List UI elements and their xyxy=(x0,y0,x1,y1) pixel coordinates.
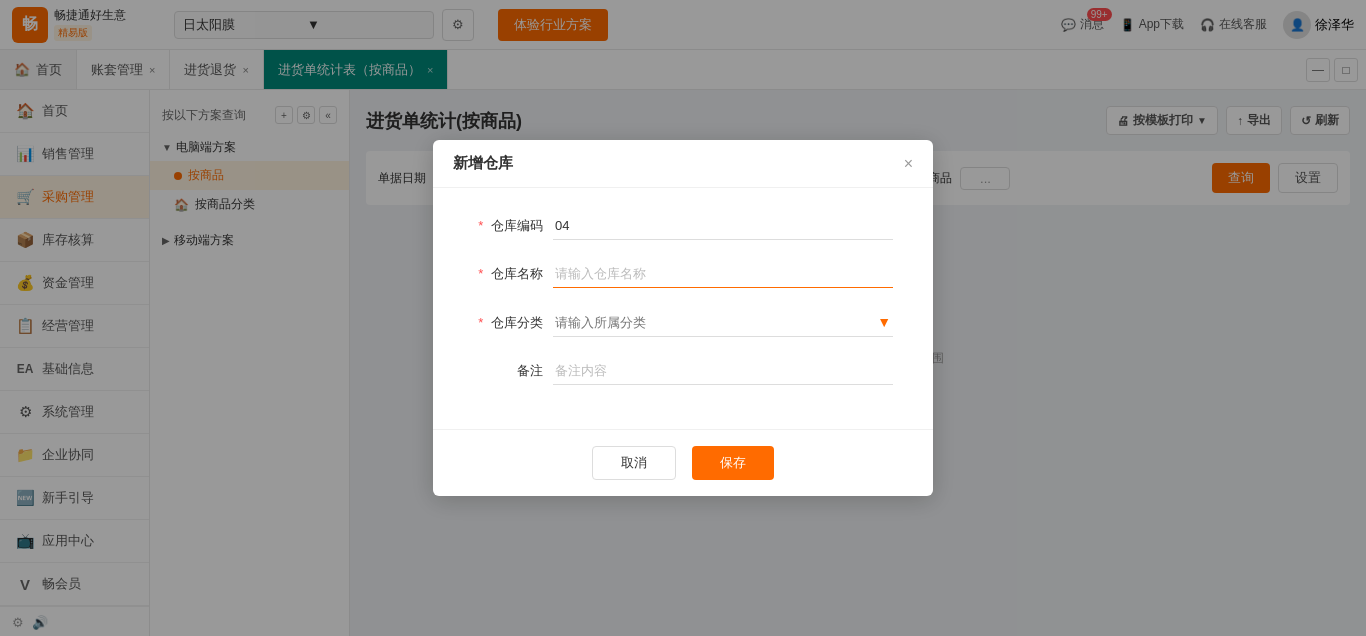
warehouse-note-input[interactable] xyxy=(553,357,893,385)
modal-close-button[interactable]: × xyxy=(904,155,913,173)
form-label-note: 备注 xyxy=(473,362,553,380)
warehouse-code-input[interactable] xyxy=(553,212,893,240)
form-label-code: * 仓库编码 xyxy=(473,217,553,235)
modal-title: 新增仓库 xyxy=(453,154,513,173)
category-dropdown-icon: ▼ xyxy=(877,314,891,330)
form-row-name: * 仓库名称 xyxy=(473,260,893,288)
form-row-category: * 仓库分类 ▼ xyxy=(473,308,893,337)
form-row-code: * 仓库编码 xyxy=(473,212,893,240)
save-button[interactable]: 保存 xyxy=(692,446,774,480)
form-row-note: 备注 xyxy=(473,357,893,385)
warehouse-name-input[interactable] xyxy=(553,260,893,288)
warehouse-category-input[interactable] xyxy=(555,315,877,330)
warehouse-category-select[interactable]: ▼ xyxy=(553,308,893,337)
modal-overlay[interactable]: 新增仓库 × * 仓库编码 * 仓库名称 xyxy=(0,0,1366,636)
modal-header: 新增仓库 × xyxy=(433,140,933,188)
cancel-button[interactable]: 取消 xyxy=(592,446,676,480)
modal-body: * 仓库编码 * 仓库名称 * 仓库分类 xyxy=(433,188,933,429)
modal-footer: 取消 保存 xyxy=(433,429,933,496)
form-label-name: * 仓库名称 xyxy=(473,265,553,283)
new-warehouse-modal: 新增仓库 × * 仓库编码 * 仓库名称 xyxy=(433,140,933,496)
form-label-category: * 仓库分类 xyxy=(473,314,553,332)
